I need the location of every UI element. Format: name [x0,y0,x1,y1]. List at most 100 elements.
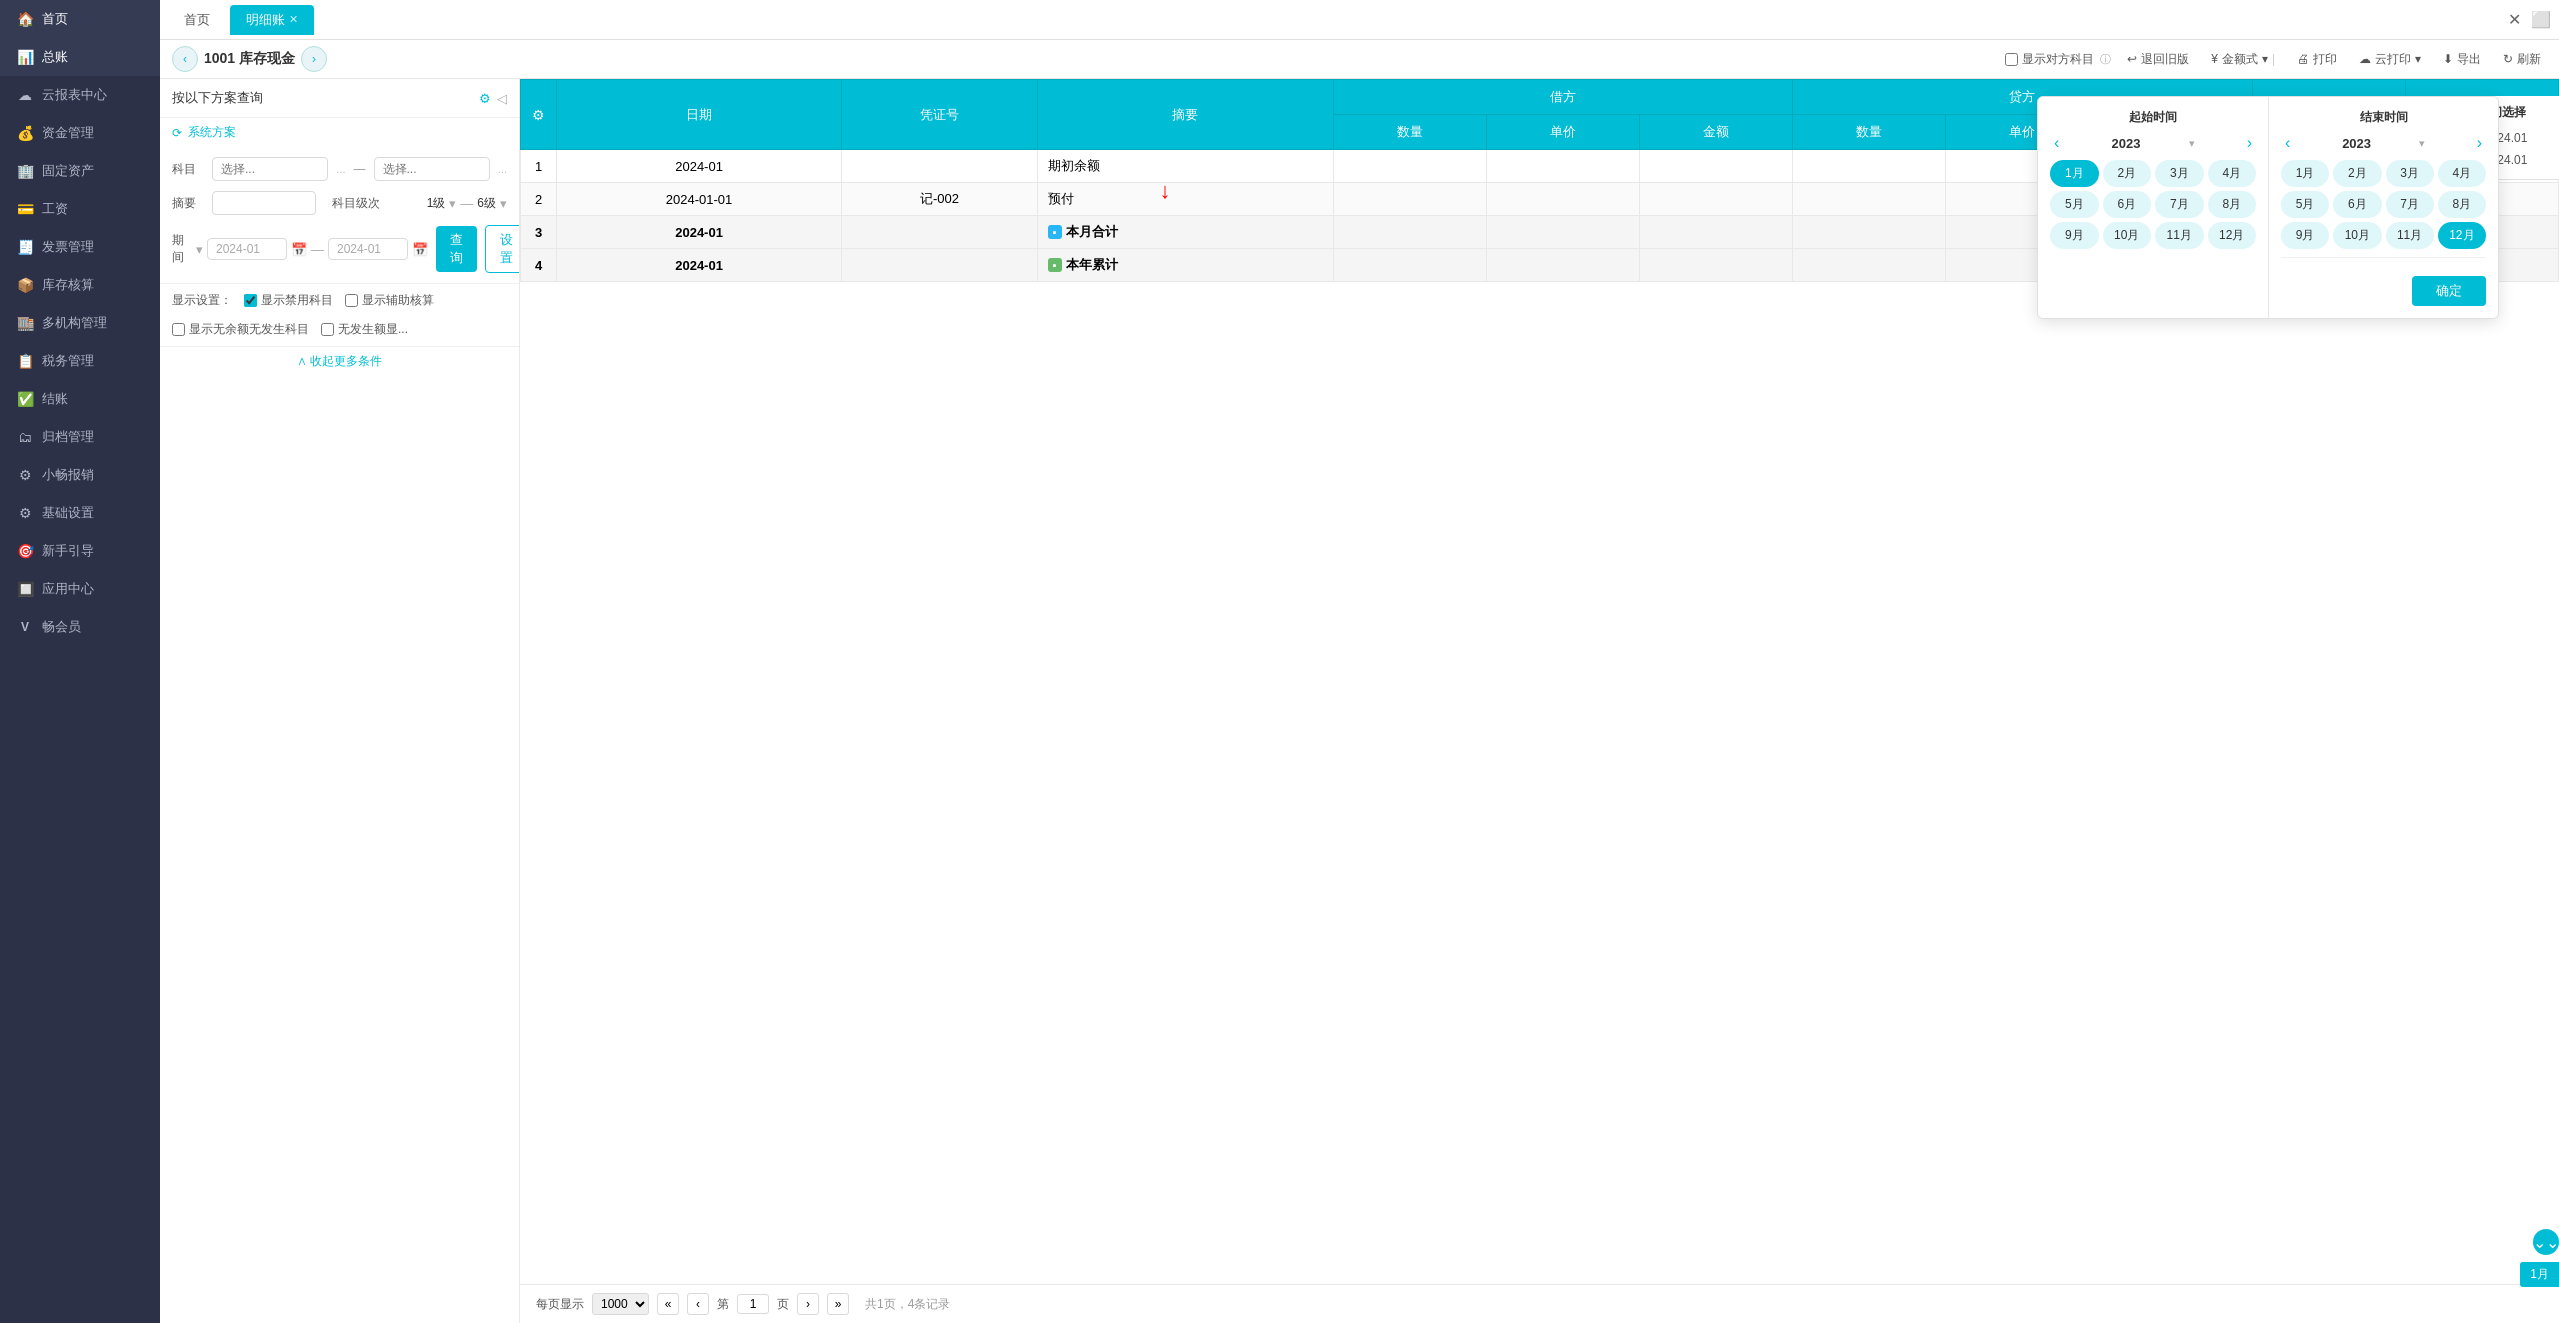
start-month-btn[interactable]: 12月 [2208,222,2257,249]
end-month-btn[interactable]: 10月 [2333,222,2381,249]
start-month-btn[interactable]: 9月 [2050,222,2099,249]
start-month-btn[interactable]: 4月 [2208,160,2257,187]
calendar-end-icon[interactable]: 📅 [412,242,428,257]
sidebar-item-appcenter[interactable]: 🔲 应用中心 [0,570,160,608]
sidebar-item-funds[interactable]: 💰 资金管理 [0,114,160,152]
gear-settings-icon[interactable]: ⚙ [479,91,491,106]
check-no-occur[interactable]: 无发生额显... [321,321,408,338]
start-month-btn[interactable]: 1月 [2050,160,2099,187]
export-btn[interactable]: ⬇ 导出 [2437,48,2487,71]
window-maximize-btn[interactable]: ⬜ [2531,10,2551,29]
end-month-btn[interactable]: 11月 [2386,222,2434,249]
tab-detail[interactable]: 明细账 ✕ [230,5,314,35]
end-month-btn[interactable]: 7月 [2386,191,2434,218]
sidebar-item-reports[interactable]: ☁ 云报表中心 [0,76,160,114]
end-month-btn[interactable]: 3月 [2386,160,2434,187]
sidebar-item-payroll[interactable]: 💳 工资 [0,190,160,228]
start-month-btn[interactable]: 8月 [2208,191,2257,218]
dp-end-title: 结束时间 [2281,109,2486,126]
start-month-btn[interactable]: 11月 [2155,222,2204,249]
sidebar-item-expense[interactable]: ⚙ 小畅报销 [0,456,160,494]
return-old-version-btn[interactable]: ↩ 退回旧版 [2121,48,2195,71]
sidebar-item-guide[interactable]: 🎯 新手引导 [0,532,160,570]
sidebar-item-settle[interactable]: ✅ 结账 [0,380,160,418]
sidebar-item-home[interactable]: 🏠 首页 [0,0,160,38]
sidebar-item-inventory[interactable]: 📦 库存核算 [0,266,160,304]
start-month-btn[interactable]: 6月 [2103,191,2152,218]
level-dropdown1[interactable]: ▾ [449,196,456,211]
refresh-btn[interactable]: ↻ 刷新 [2497,48,2547,71]
print-btn[interactable]: 🖨 打印 [2291,48,2343,71]
nav-forward-btn[interactable]: › [301,46,327,72]
dp-start-year-dropdown[interactable]: ▾ [2189,137,2195,150]
dp-end-next-btn[interactable]: › [2473,134,2486,152]
scheme-item[interactable]: ⟳ 系统方案 [160,118,519,147]
sidebar-item-assets[interactable]: 🏢 固定资产 [0,152,160,190]
per-page-select[interactable]: 1000 500 200 [592,1293,649,1315]
sidebar-item-invoice[interactable]: 🧾 发票管理 [0,228,160,266]
abstract-input[interactable] [212,191,316,215]
set-btn[interactable]: 设置 [485,225,520,273]
dp-end-prev-btn[interactable]: ‹ [2281,134,2294,152]
dp-start-next-btn[interactable]: › [2243,134,2256,152]
show-counterpart-check[interactable]: 显示对方科目 ⓘ [2005,51,2111,68]
end-month-btn[interactable]: 4月 [2438,160,2486,187]
collapse-btn[interactable]: ∧ 收起更多条件 [160,346,519,376]
end-month-btn[interactable]: 12月 [2438,222,2486,249]
expand-icon[interactable]: ⌄⌄ [2533,1229,2559,1255]
end-month-btn[interactable]: 9月 [2281,222,2329,249]
col-settings[interactable]: ⚙ [521,80,557,150]
tab-home[interactable]: 首页 [168,5,226,35]
cloud-print-btn[interactable]: ☁ 云打印 ▾ [2353,48,2427,71]
end-month-btn[interactable]: 6月 [2333,191,2381,218]
tab-close-icon[interactable]: ✕ [289,13,298,26]
start-month-btn[interactable]: 10月 [2103,222,2152,249]
check-no-balance[interactable]: 显示无余额无发生科目 [172,321,309,338]
prev-page-btn[interactable]: ‹ [687,1293,709,1315]
currency-format-btn[interactable]: ¥ 金额式 ▾ | [2205,48,2281,71]
export-icon: ⬇ [2443,52,2453,66]
sidebar-item-multiorg[interactable]: 🏬 多机构管理 [0,304,160,342]
query-btn[interactable]: 查询 [436,226,477,272]
jan-badge[interactable]: 1月 [2520,1262,2559,1287]
window-close-btn[interactable]: ✕ [2508,10,2521,29]
current-page-input[interactable] [737,1294,769,1314]
subject-start-input[interactable] [212,157,328,181]
check-auxiliary[interactable]: 显示辅助核算 [345,292,434,309]
sidebar-item-tax[interactable]: 📋 税务管理 [0,342,160,380]
period-end-input[interactable] [328,238,408,260]
dp-confirm-btn[interactable]: 确定 [2412,276,2486,306]
end-month-btn[interactable]: 1月 [2281,160,2329,187]
start-month-btn[interactable]: 3月 [2155,160,2204,187]
dp-end-year[interactable]: 2023 [2342,136,2371,151]
start-month-btn[interactable]: 2月 [2103,160,2152,187]
sidebar-item-label: 总账 [42,48,68,66]
sidebar-item-member[interactable]: V 畅会员 [0,608,160,646]
dp-end-year-dropdown[interactable]: ▾ [2419,137,2425,150]
level-dropdown2[interactable]: ▾ [500,196,507,211]
subject-end-input[interactable] [374,157,490,181]
calendar-start-icon[interactable]: 📅 [291,242,307,257]
dp-start-prev-btn[interactable]: ‹ [2050,134,2063,152]
sidebar-item-archive[interactable]: 🗂 归档管理 [0,418,160,456]
next-page-btn[interactable]: › [797,1293,819,1315]
nav-back-btn[interactable]: ‹ [172,46,198,72]
subject-dots2: ... [498,163,507,175]
col-debit-amt: 金额 [1640,115,1793,150]
refresh-icon: ↻ [2503,52,2513,66]
sidebar: 🏠 首页 📊 总账 ☁ 云报表中心 💰 资金管理 🏢 固定资产 💳 工资 🧾 发… [0,0,160,1323]
sidebar-item-ledger[interactable]: 📊 总账 [0,38,160,76]
check-disabled-subject[interactable]: 显示禁用科目 [244,292,333,309]
start-month-btn[interactable]: 5月 [2050,191,2099,218]
period-start-input[interactable] [207,238,287,260]
end-month-btn[interactable]: 2月 [2333,160,2381,187]
sidebar-item-basic[interactable]: ⚙ 基础设置 [0,494,160,532]
dp-start-year[interactable]: 2023 [2111,136,2140,151]
end-month-btn[interactable]: 5月 [2281,191,2329,218]
last-page-btn[interactable]: » [827,1293,849,1315]
collapse-panel-icon[interactable]: ◁ [497,91,507,106]
period-dropdown-icon[interactable]: ▾ [196,242,203,257]
end-month-btn[interactable]: 8月 [2438,191,2486,218]
first-page-btn[interactable]: « [657,1293,679,1315]
start-month-btn[interactable]: 7月 [2155,191,2204,218]
